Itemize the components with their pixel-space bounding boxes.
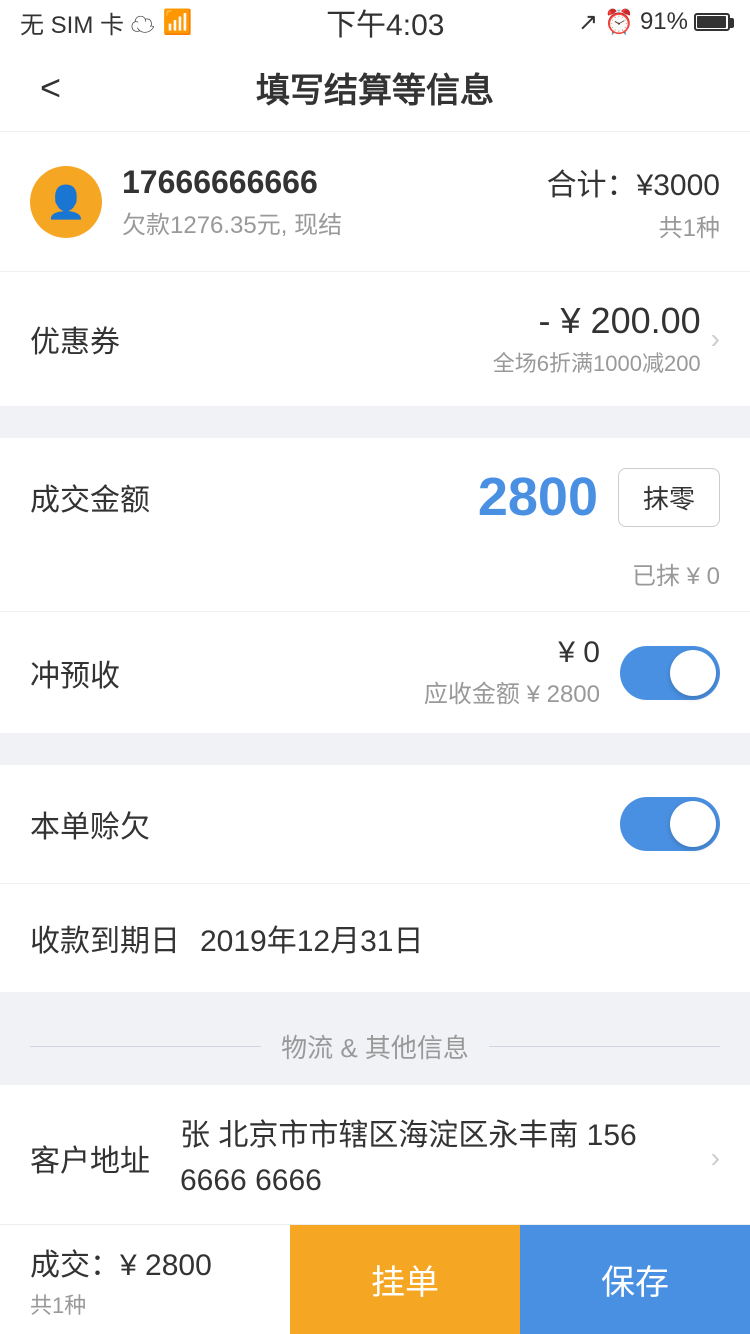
deal-sub: 已抹 ¥ 0 xyxy=(0,556,750,611)
prepay-amount: ¥ 0 xyxy=(424,636,600,670)
address-chevron-icon: › xyxy=(711,1142,720,1174)
status-time: 下午4:03 xyxy=(326,0,444,44)
save-button[interactable]: 保存 xyxy=(520,1225,750,1334)
location-icon: ↗ xyxy=(578,8,598,37)
page-title: 填写结算等信息 xyxy=(256,63,494,112)
coupon-value: - ¥ 200.00 xyxy=(493,300,701,342)
prepay-values: ¥ 0 应收金额 ¥ 2800 xyxy=(424,636,600,709)
total-count: 共1种 xyxy=(547,208,720,243)
coupon-label: 优惠券 xyxy=(30,317,120,361)
prepay-sub: 应收金额 ¥ 2800 xyxy=(424,674,600,709)
credit-toggle[interactable] xyxy=(620,797,720,851)
user-right: 合计：¥3000 共1种 xyxy=(547,160,720,243)
deal-section: 成交金额 2800 抹零 已抹 ¥ 0 冲预收 ¥ 0 应收金额 ¥ 2800 xyxy=(0,438,750,733)
divider-2 xyxy=(0,749,750,765)
logistics-divider: 物流 & 其他信息 xyxy=(0,1008,750,1085)
user-info-section: 👤 17666666666 欠款1276.35元, 现结 合计：¥3000 共1… xyxy=(0,132,750,406)
due-date-row: 收款到期日 2019年12月31日 xyxy=(0,883,750,992)
bottom-deal-label: 成交： xyxy=(30,1249,120,1282)
address-section: 客户地址 张 北京市市辖区海淀区永丰南 156 6666 6666 › xyxy=(0,1085,750,1231)
prepay-label: 冲预收 xyxy=(30,651,120,695)
prepay-right: ¥ 0 应收金额 ¥ 2800 xyxy=(424,636,720,709)
deal-amount: 2800 xyxy=(478,466,598,528)
due-date-label: 收款到期日 xyxy=(30,916,180,960)
status-bar: 无 SIM 卡 ☁ 📶 下午4:03 ↗ ⏰ 91% xyxy=(0,0,750,44)
address-value: 张 北京市市辖区海淀区永丰南 156 6666 6666 xyxy=(180,1113,711,1203)
coupon-sub: 全场6折满1000减200 xyxy=(493,346,701,378)
logistics-label: 物流 & 其他信息 xyxy=(281,1028,469,1065)
user-info: 17666666666 欠款1276.35元, 现结 xyxy=(122,164,342,240)
user-sub: 欠款1276.35元, 现结 xyxy=(122,205,342,240)
credit-label: 本单赊欠 xyxy=(30,802,150,846)
due-date-value: 2019年12月31日 xyxy=(200,916,423,960)
coupon-row[interactable]: 优惠券 - ¥ 200.00 全场6折满1000减200 › xyxy=(0,271,750,406)
divider-1 xyxy=(0,422,750,438)
battery-percent: 91% xyxy=(640,8,688,36)
credit-section: 本单赊欠 收款到期日 2019年12月31日 xyxy=(0,765,750,992)
deal-right: 2800 抹零 xyxy=(478,466,720,528)
alarm-icon: ⏰ xyxy=(604,8,634,37)
avatar-icon: 👤 xyxy=(46,183,86,221)
deal-label: 成交金额 xyxy=(30,475,150,519)
total-amount: 合计：¥3000 xyxy=(547,160,720,204)
address-label: 客户地址 xyxy=(30,1136,150,1180)
battery-icon xyxy=(694,13,730,31)
status-right: ↗ ⏰ 91% xyxy=(578,8,730,37)
deal-row: 成交金额 2800 抹零 xyxy=(0,438,750,556)
coupon-right: - ¥ 200.00 全场6折满1000减200 › xyxy=(493,300,720,378)
status-left: 无 SIM 卡 ☁ 📶 xyxy=(20,5,193,40)
coupon-value-col: - ¥ 200.00 全场6折满1000减200 xyxy=(493,300,701,378)
sim-label: 无 SIM 卡 ☁ xyxy=(20,5,155,40)
credit-row: 本单赊欠 xyxy=(0,765,750,883)
prepay-row: 冲预收 ¥ 0 应收金额 ¥ 2800 xyxy=(0,611,750,733)
back-button[interactable]: < xyxy=(30,57,71,119)
user-row: 👤 17666666666 欠款1276.35元, 现结 合计：¥3000 共1… xyxy=(0,132,750,271)
chevron-right-icon: › xyxy=(711,323,720,355)
bottom-deal-amount: 成交：¥ 2800 xyxy=(30,1240,260,1284)
bottom-deal-value: ¥ 2800 xyxy=(120,1249,212,1282)
prepay-toggle[interactable] xyxy=(620,646,720,700)
bottom-count: 共1种 xyxy=(30,1288,260,1320)
wifi-icon: 📶 xyxy=(163,8,193,37)
bottom-summary: 成交：¥ 2800 共1种 xyxy=(0,1240,290,1320)
rub-zero-button[interactable]: 抹零 xyxy=(618,468,720,527)
user-left: 👤 17666666666 欠款1276.35元, 现结 xyxy=(30,164,342,240)
avatar: 👤 xyxy=(30,166,102,238)
nav-bar: < 填写结算等信息 xyxy=(0,44,750,132)
user-phone: 17666666666 xyxy=(122,164,342,201)
hang-button[interactable]: 挂单 xyxy=(290,1225,520,1334)
address-row[interactable]: 客户地址 张 北京市市辖区海淀区永丰南 156 6666 6666 › xyxy=(0,1085,750,1231)
bottom-bar: 成交：¥ 2800 共1种 挂单 保存 xyxy=(0,1224,750,1334)
